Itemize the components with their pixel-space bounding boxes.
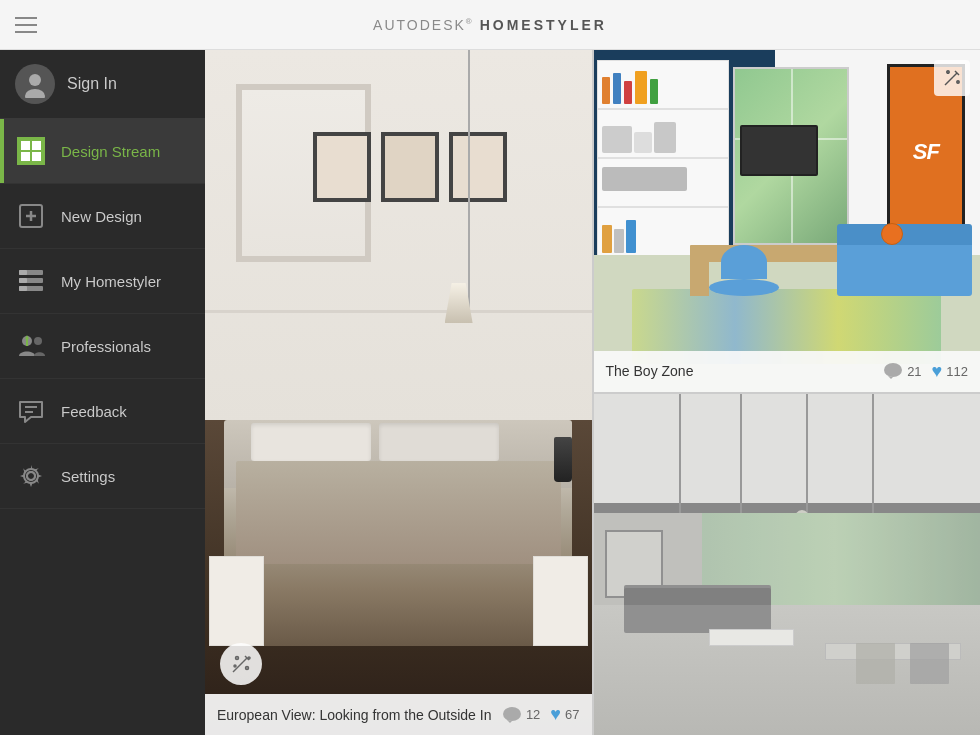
bedroom-like-count: 67: [565, 707, 579, 722]
sidebar-item-label: Professionals: [61, 338, 151, 355]
svg-rect-7: [19, 278, 27, 283]
svg-rect-6: [19, 270, 27, 275]
design-card-boysroom[interactable]: SF: [594, 50, 981, 392]
sidebar-item-label: Feedback: [61, 403, 127, 420]
hamburger-button[interactable]: [15, 17, 37, 33]
svg-point-10: [34, 337, 42, 345]
boysroom-title: The Boy Zone: [606, 363, 884, 379]
design-card-modernhouse[interactable]: [594, 394, 981, 736]
sidebar-item-label: My Homestyler: [61, 273, 161, 290]
modernhouse-image: [594, 394, 981, 736]
professionals-icon: [15, 330, 47, 362]
app-title: AUTODESK® HOMESTYLER: [373, 17, 607, 33]
sidebar-item-settings[interactable]: Settings: [0, 444, 205, 509]
svg-line-27: [945, 77, 953, 85]
bedroom-title: European View: Looking from the Outside …: [217, 707, 502, 723]
sidebar-item-my-homestyler[interactable]: My Homestyler: [0, 249, 205, 314]
design-stream-icon: [15, 135, 47, 167]
comment-icon: [883, 361, 903, 381]
boysroom-stats: 21 ♥ 112: [883, 361, 968, 382]
svg-point-0: [29, 74, 41, 86]
settings-icon: [15, 460, 47, 492]
svg-line-28: [953, 73, 957, 77]
svg-point-21: [236, 657, 239, 660]
svg-rect-8: [19, 286, 27, 291]
svg-point-16: [27, 472, 35, 480]
title-prefix: AUTODESK: [373, 17, 466, 33]
svg-point-24: [248, 657, 250, 659]
bedroom-stats: 12 ♥ 67: [502, 704, 580, 725]
feedback-icon: [15, 395, 47, 427]
svg-point-30: [947, 71, 949, 73]
magic-wand-button-boysroom[interactable]: [934, 60, 970, 96]
svg-point-32: [884, 363, 902, 377]
bedroom-comment-count: 12: [526, 707, 540, 722]
boysroom-comment-count: 21: [907, 364, 921, 379]
avatar: [15, 64, 55, 104]
title-main: HOMESTYLER: [480, 17, 607, 33]
svg-point-22: [246, 667, 249, 670]
boysroom-comments: 21: [883, 361, 921, 381]
sidebar-item-label: Design Stream: [61, 143, 160, 160]
boysroom-image: SF: [594, 50, 981, 392]
sidebar: Sign In Design Stream New Design: [0, 50, 205, 735]
sidebar-item-label: New Design: [61, 208, 142, 225]
heart-icon: ♥: [932, 361, 943, 382]
comment-icon: [502, 705, 522, 725]
sidebar-item-new-design[interactable]: New Design: [0, 184, 205, 249]
sidebar-item-professionals[interactable]: Professionals: [0, 314, 205, 379]
bedroom-comments: 12: [502, 705, 540, 725]
bedroom-likes: ♥ 67: [550, 704, 579, 725]
sidebar-item-label: Settings: [61, 468, 115, 485]
sidebar-item-design-stream[interactable]: Design Stream: [0, 119, 205, 184]
heart-icon: ♥: [550, 704, 561, 725]
new-design-icon: [15, 200, 47, 232]
svg-point-25: [503, 707, 521, 721]
main-content: European View: Looking from the Outside …: [205, 50, 980, 735]
app-header: AUTODESK® HOMESTYLER: [0, 0, 980, 50]
sidebar-profile[interactable]: Sign In: [0, 50, 205, 119]
svg-rect-11: [26, 338, 28, 346]
my-homestyler-icon: [15, 265, 47, 297]
design-card-bedroom[interactable]: European View: Looking from the Outside …: [205, 50, 592, 735]
boysroom-likes: ♥ 112: [932, 361, 968, 382]
svg-point-23: [234, 665, 236, 667]
svg-point-31: [957, 81, 959, 83]
svg-point-1: [25, 89, 45, 98]
sidebar-item-feedback[interactable]: Feedback: [0, 379, 205, 444]
bedroom-card-footer: European View: Looking from the Outside …: [205, 694, 592, 735]
magic-wand-button[interactable]: [220, 643, 262, 685]
bedroom-image: [205, 50, 592, 735]
sign-in-label[interactable]: Sign In: [67, 75, 117, 93]
svg-line-19: [243, 658, 247, 662]
boysroom-like-count: 112: [946, 364, 968, 379]
boysroom-card-footer: The Boy Zone 21 ♥ 112: [594, 351, 981, 392]
